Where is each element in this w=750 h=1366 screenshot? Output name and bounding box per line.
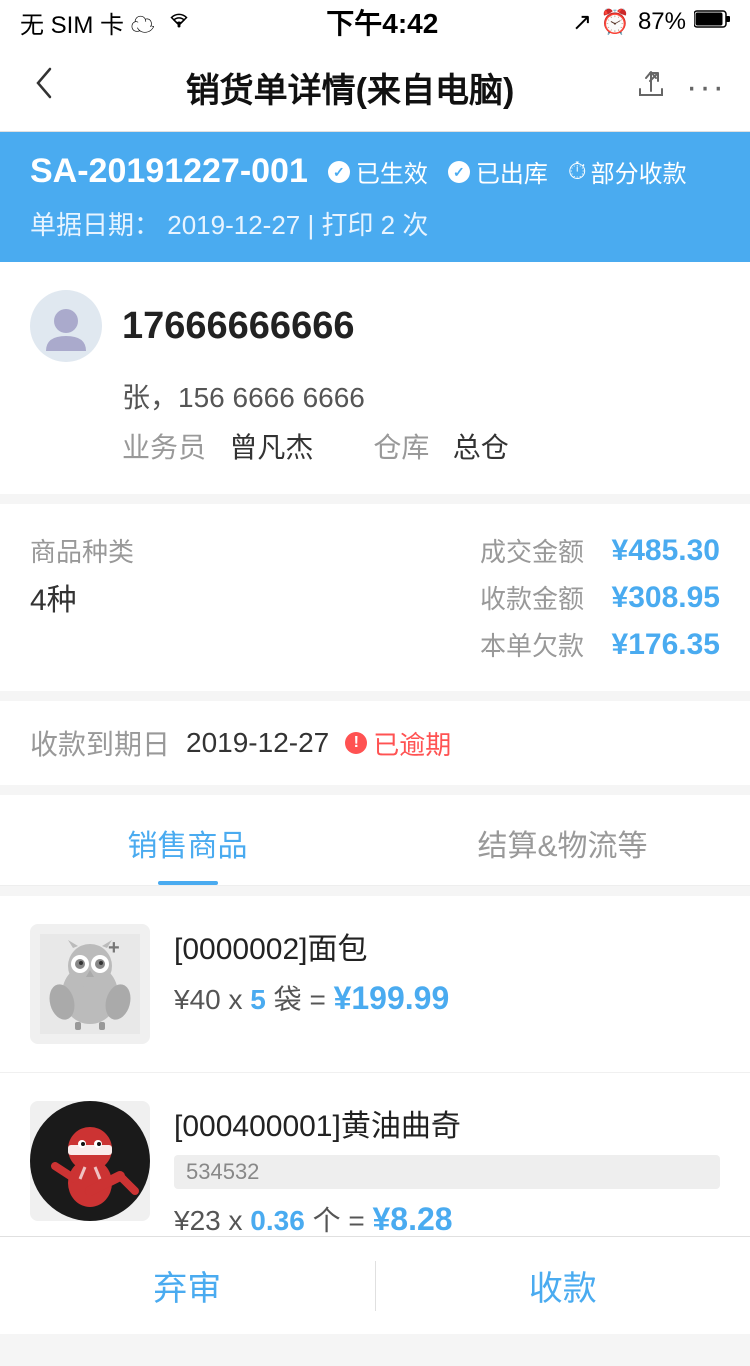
page-title: 销货单详情(来自电脑)	[186, 63, 515, 112]
order-date-line: 单据日期： 2019-12-27 | 打印 2 次	[30, 205, 720, 242]
status-bar-left: 无 SIM 卡 ☁	[20, 5, 193, 40]
product-total-2: ¥8.28	[373, 1201, 453, 1237]
order-id: SA-20191227-001	[30, 152, 308, 191]
product-kinds-label: 商品种类	[30, 532, 134, 569]
product-info-2: [000400001]黄油曲奇 534532 ¥23 x 0.36 个 = ¥8…	[174, 1101, 720, 1239]
status-bar-time: 下午4:42	[326, 2, 438, 42]
customer-phone: 17666666666	[122, 305, 354, 348]
owed-label: 本单欠款	[480, 626, 584, 663]
share-button[interactable]	[636, 69, 666, 107]
due-date-value: 2019-12-27	[186, 727, 329, 759]
customer-avatar	[30, 290, 102, 362]
more-button[interactable]: ···	[686, 68, 726, 107]
product-total-1: ¥199.99	[334, 980, 450, 1016]
amount-label: 成交金额	[480, 532, 584, 569]
check-icon-1: ✓	[328, 161, 350, 183]
confirm-button[interactable]: 收款	[376, 1237, 750, 1334]
battery-icon	[694, 8, 730, 36]
product-qty-1: 5	[250, 984, 266, 1015]
product-info-1: [0000002]面包 ¥40 x 5 袋 = ¥199.99	[174, 924, 720, 1044]
no-sim-text: 无 SIM 卡 ☁	[20, 5, 155, 40]
stats-section: 商品种类 4种 成交金额 ¥485.30 收款金额 ¥308.95 本单欠款 ¥…	[0, 504, 750, 691]
salesperson-label: 业务员	[122, 432, 206, 463]
svg-text:+: +	[108, 937, 120, 959]
overdue-label: 已逾期	[373, 725, 451, 762]
product-thumb-1: +	[30, 924, 150, 1044]
customer-name: 张，156 6666 6666	[30, 376, 720, 416]
tabs-section: 销售商品 结算&物流等	[0, 795, 750, 886]
received-value: ¥308.95	[600, 581, 720, 615]
product-thumb-2	[30, 1101, 150, 1221]
nav-bar: 销货单详情(来自电脑) ···	[0, 44, 750, 132]
bottom-bar: 弃审 收款	[0, 1236, 750, 1334]
received-label: 收款金额	[480, 579, 584, 616]
warehouse-value: 总仓	[453, 432, 509, 463]
product-name-1: [0000002]面包	[174, 924, 720, 968]
status-shipped: ✓ 已出库	[448, 154, 548, 189]
status-active: ✓ 已生效	[328, 154, 428, 189]
order-header: SA-20191227-001 ✓ 已生效 ✓ 已出库 ⏱ 部分收款 单据日期：…	[0, 132, 750, 262]
back-button[interactable]	[24, 55, 64, 120]
wifi-icon	[165, 8, 193, 36]
clock-icon: ⏱	[568, 158, 587, 186]
check-icon-2: ✓	[448, 161, 470, 183]
customer-section: 17666666666 张，156 6666 6666 业务员 曾凡杰 仓库 总…	[0, 262, 750, 494]
product-name-2: [000400001]黄油曲奇	[174, 1101, 720, 1145]
due-label: 收款到期日	[30, 723, 170, 763]
salesperson-value: 曾凡杰	[229, 432, 313, 463]
product-price-2: ¥23 x 0.36 个 = ¥8.28	[174, 1199, 720, 1239]
due-date-section: 收款到期日 2019-12-27 ! 已逾期	[0, 701, 750, 785]
product-qty-2: 0.36	[250, 1205, 305, 1236]
customer-meta: 业务员 曾凡杰 仓库 总仓	[30, 426, 720, 466]
overdue-badge: ! 已逾期	[345, 725, 451, 762]
product-list: + [0000002]面包 ¥40 x 5 袋 = ¥199.99	[0, 896, 750, 1268]
cancel-button[interactable]: 弃审	[0, 1237, 375, 1334]
battery-text: 87%	[638, 8, 686, 36]
amount-value: ¥485.30	[600, 534, 720, 568]
product-sku-badge: 534532	[174, 1155, 720, 1189]
status-bar: 无 SIM 卡 ☁ 下午4:42 ↗ ⏰ 87%	[0, 0, 750, 44]
owed-value: ¥176.35	[600, 628, 720, 662]
product-item-1: + [0000002]面包 ¥40 x 5 袋 = ¥199.99	[0, 896, 750, 1073]
status-partial: ⏱ 部分收款	[568, 154, 687, 189]
tab-settlement[interactable]: 结算&物流等	[375, 795, 750, 885]
alarm-icon: ⏰	[600, 8, 630, 37]
location-icon: ↗	[572, 8, 592, 37]
status-bar-right: ↗ ⏰ 87%	[572, 8, 730, 37]
overdue-icon: !	[345, 732, 367, 754]
product-kinds-value: 4种	[30, 575, 134, 619]
tab-sales-products[interactable]: 销售商品	[0, 795, 375, 885]
nav-actions: ···	[636, 68, 726, 107]
warehouse-label: 仓库	[373, 432, 429, 463]
product-price-1: ¥40 x 5 袋 = ¥199.99	[174, 978, 720, 1018]
